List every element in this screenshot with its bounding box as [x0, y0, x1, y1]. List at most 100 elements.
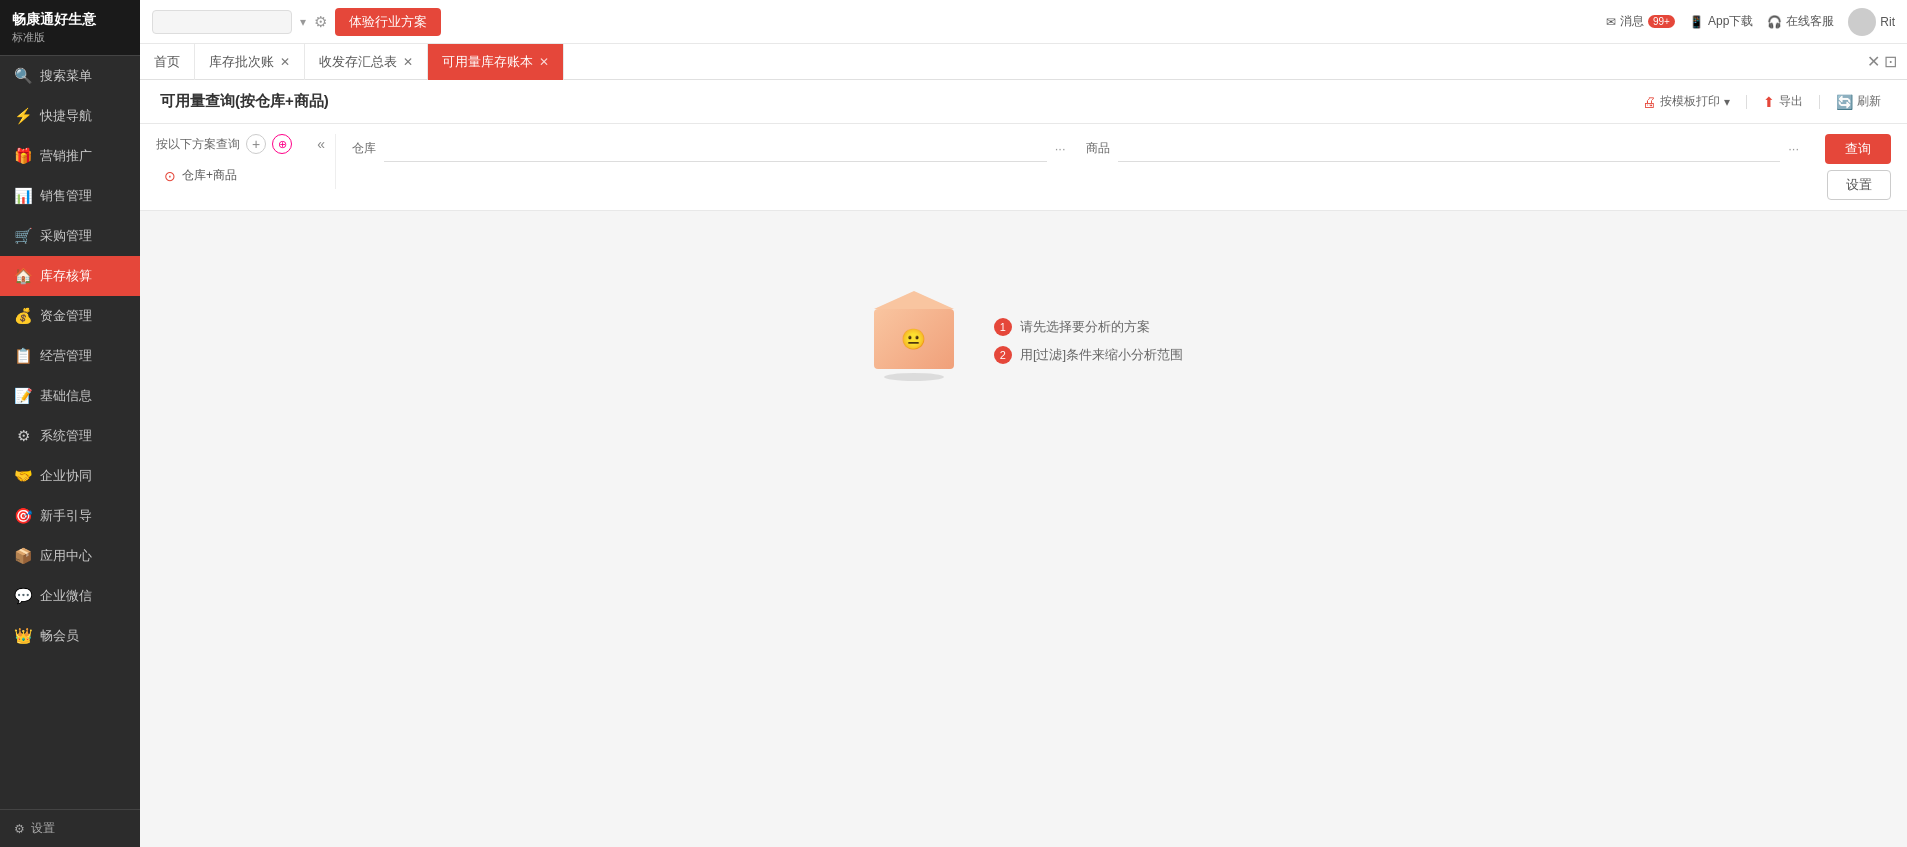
message-btn[interactable]: ✉ 消息 99+ [1606, 13, 1675, 30]
tab-close-available-account[interactable]: ✕ [539, 55, 549, 69]
sidebar-label-search: 搜索菜单 [40, 67, 92, 85]
finance-icon: 💰 [14, 307, 32, 325]
empty-state-inner: 😐 1 请先选择要分析的方案 2 用[过滤]条件来缩小分析范围 [864, 291, 1183, 391]
warehouse-input[interactable] [384, 134, 1047, 162]
sidebar-item-marketing[interactable]: 🎁营销推广 [0, 136, 140, 176]
sidebar-item-newbie[interactable]: 🎯新手引导 [0, 496, 140, 536]
main-area: ▾ ⚙ 体验行业方案 ✉ 消息 99+ 📱 App下载 🎧 在线客服 Rit [140, 0, 1907, 847]
tab-available-account[interactable]: 可用量库存账本 ✕ [428, 44, 564, 80]
empty-tip-1: 1 请先选择要分析的方案 [994, 318, 1183, 336]
sidebar-item-sales[interactable]: 📊销售管理 [0, 176, 140, 216]
topbar-right: ✉ 消息 99+ 📱 App下载 🎧 在线客服 Rit [1606, 8, 1895, 36]
goods-more-btn[interactable]: ··· [1788, 141, 1799, 156]
add-scheme-btn[interactable]: + [246, 134, 266, 154]
sidebar-label-coop: 企业协同 [40, 467, 92, 485]
warehouse-more-btn[interactable]: ··· [1055, 141, 1066, 156]
topbar-search-input[interactable] [152, 10, 292, 34]
sidebar-item-system[interactable]: ⚙系统管理 [0, 416, 140, 456]
sidebar-label-marketing: 营销推广 [40, 147, 92, 165]
empty-tips: 1 请先选择要分析的方案 2 用[过滤]条件来缩小分析范围 [994, 318, 1183, 364]
warehouse-label: 仓库 [352, 140, 376, 157]
scheme-settings-btn[interactable]: ⊕ [272, 134, 292, 154]
sidebar-item-quick-nav[interactable]: ⚡ 快捷导航 [0, 96, 140, 136]
tab-label-available-account: 可用量库存账本 [442, 53, 533, 71]
username-label: Rit [1880, 15, 1895, 29]
filter-scheme-label: 按以下方案查询 [156, 136, 240, 153]
page-header: 可用量查询(按仓库+商品) 🖨 按模板打印 ▾ ⬆ 导出 🔄 刷新 [140, 80, 1907, 124]
tabs-actions: ✕ ⊡ [1857, 52, 1907, 71]
sidebar-bottom-settings[interactable]: ⚙ 设置 [0, 809, 140, 847]
inventory-icon: 🏠 [14, 267, 32, 285]
tab-close-batch-account[interactable]: ✕ [280, 55, 290, 69]
sidebar-item-search[interactable]: 🔍搜索菜单 [0, 56, 140, 96]
goods-label: 商品 [1086, 140, 1110, 157]
phone-icon: 📱 [1689, 15, 1704, 29]
service-icon: 🎧 [1767, 15, 1782, 29]
sidebar-label-newbie: 新手引导 [40, 507, 92, 525]
sidebar-label-member: 畅会员 [40, 627, 79, 645]
topbar-gear-icon[interactable]: ⚙ [314, 13, 327, 31]
user-area[interactable]: Rit [1848, 8, 1895, 36]
topbar: ▾ ⚙ 体验行业方案 ✉ 消息 99+ 📱 App下载 🎧 在线客服 Rit [140, 0, 1907, 44]
topbar-dropdown-arrow[interactable]: ▾ [300, 15, 306, 29]
sidebar-logo: 畅康通好生意 标准版 [0, 0, 140, 56]
divider-2 [1819, 95, 1820, 109]
app-center-icon: 📦 [14, 547, 32, 565]
tip-num-1: 1 [994, 318, 1012, 336]
empty-tip-2: 2 用[过滤]条件来缩小分析范围 [994, 346, 1183, 364]
sidebar-label-system: 系统管理 [40, 427, 92, 445]
filter-settings-btn[interactable]: 设置 [1827, 170, 1891, 200]
page-header-actions: 🖨 按模板打印 ▾ ⬆ 导出 🔄 刷新 [1636, 90, 1887, 113]
sidebar-item-finance[interactable]: 💰 资金管理 [0, 296, 140, 336]
filter-fields: 仓库 ··· 商品 ··· [336, 134, 1815, 162]
operation-icon: 📋 [14, 347, 32, 365]
print-dropdown-icon[interactable]: ▾ [1724, 95, 1730, 109]
industry-btn[interactable]: 体验行业方案 [335, 8, 441, 36]
query-btn[interactable]: 查询 [1825, 134, 1891, 164]
sidebar-item-app-center[interactable]: 📦 应用中心 [0, 536, 140, 576]
online-service-btn[interactable]: 🎧 在线客服 [1767, 13, 1834, 30]
print-btn[interactable]: 🖨 按模板打印 ▾ [1636, 90, 1736, 113]
scheme-item-warehouse-goods[interactable]: ⊙ 仓库+商品 [156, 162, 325, 189]
tip-text-1: 请先选择要分析的方案 [1020, 318, 1150, 336]
sidebar-label-quick-nav: 快捷导航 [40, 107, 92, 125]
collapse-btn[interactable]: « [317, 136, 325, 152]
tab-batch-account[interactable]: 库存批次账 ✕ [195, 44, 305, 80]
sidebar-item-operation[interactable]: 📋 经营管理 [0, 336, 140, 376]
tab-home[interactable]: 首页 [140, 44, 195, 80]
filter-warehouse-field: 仓库 ··· [352, 134, 1066, 162]
filter-scheme-header: 按以下方案查询 + ⊕ « [156, 134, 325, 154]
sidebar-item-purchase[interactable]: 🛒采购管理 [0, 216, 140, 256]
member-icon: 👑 [14, 627, 32, 645]
close-tab-btn[interactable]: ✕ [1867, 52, 1880, 71]
sidebar-label-purchase: 采购管理 [40, 227, 92, 245]
refresh-btn[interactable]: 🔄 刷新 [1830, 90, 1887, 113]
sidebar-item-inventory[interactable]: 🏠库存核算 [0, 256, 140, 296]
logo-name: 畅康通好生意 [12, 10, 128, 30]
sidebar-item-wechat[interactable]: 💬企业微信 [0, 576, 140, 616]
sidebar-item-basic-info[interactable]: 📝基础信息 [0, 376, 140, 416]
settings-icon: ⚙ [14, 822, 25, 836]
empty-illustration: 😐 [864, 291, 964, 391]
app-download-btn[interactable]: 📱 App下载 [1689, 13, 1753, 30]
avatar [1848, 8, 1876, 36]
export-btn[interactable]: ⬆ 导出 [1757, 90, 1809, 113]
filter-goods-field: 商品 ··· [1086, 134, 1800, 162]
sidebar-item-member[interactable]: 👑 畅会员 [0, 616, 140, 656]
sidebar-label-finance: 资金管理 [40, 307, 92, 325]
tab-close-collect-summary[interactable]: ✕ [403, 55, 413, 69]
page-title: 可用量查询(按仓库+商品) [160, 92, 329, 111]
export-icon: ⬆ [1763, 94, 1775, 110]
sidebar-label-wechat: 企业微信 [40, 587, 92, 605]
sidebar-item-coop[interactable]: 🤝企业协同 [0, 456, 140, 496]
sidebar-label-app-center: 应用中心 [40, 547, 92, 565]
logo-tag: 标准版 [12, 30, 128, 45]
restore-tab-btn[interactable]: ⊡ [1884, 52, 1897, 71]
tab-collect-summary[interactable]: 收发存汇总表 ✕ [305, 44, 428, 80]
scheme-item-icon: ⊙ [164, 168, 176, 184]
divider-1 [1746, 95, 1747, 109]
quick-nav-icon: ⚡ [14, 107, 32, 125]
tab-label-home: 首页 [154, 53, 180, 71]
sidebar-label-operation: 经营管理 [40, 347, 92, 365]
goods-input[interactable] [1118, 134, 1781, 162]
